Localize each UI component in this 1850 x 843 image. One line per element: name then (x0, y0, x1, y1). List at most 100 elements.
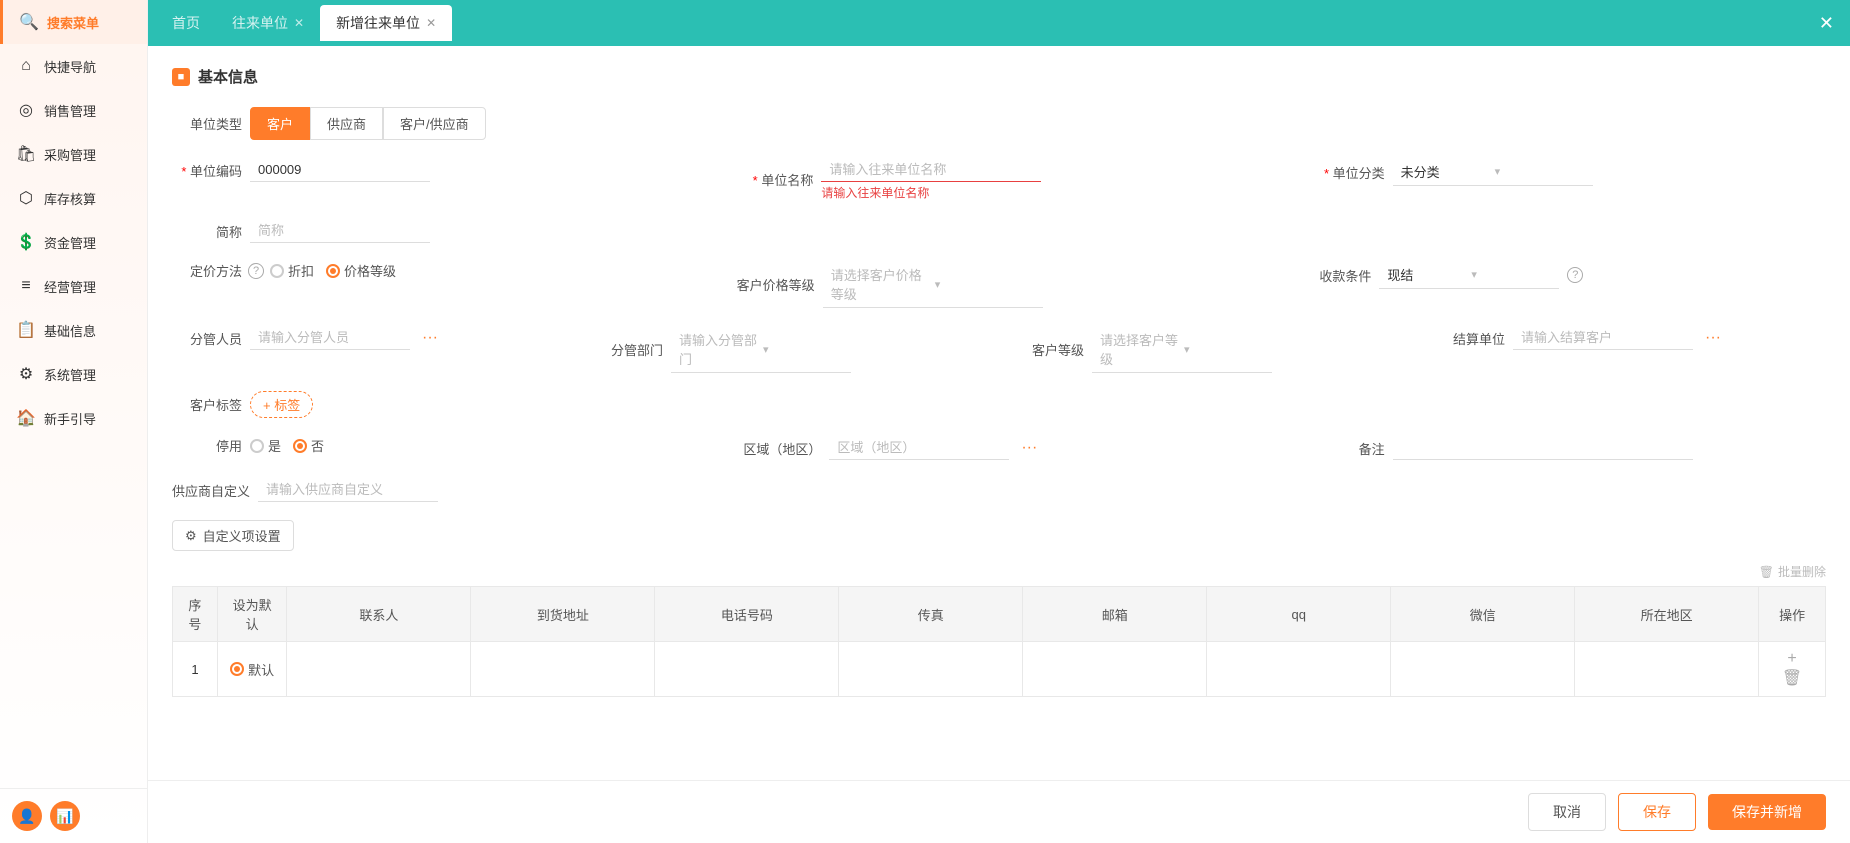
save-button[interactable]: 保存 (1618, 793, 1696, 831)
default-label: 默认 (248, 660, 274, 679)
row-index: 1 (173, 642, 218, 697)
unit-type-row: 单位类型 客户 供应商 客户/供应商 (172, 107, 1826, 140)
settlement-more-btn[interactable]: ··· (1701, 329, 1725, 347)
sidebar-item-quicknav[interactable]: ⌂ 快捷导航 (0, 44, 147, 88)
radio-yes[interactable]: 是 (250, 436, 281, 455)
payment-terms-group: 收款条件 现结 ▾ ? (1301, 261, 1826, 289)
custom-settings-button[interactable]: ⚙ 自定义项设置 (172, 520, 294, 551)
dept-select[interactable]: 请输入分管部门 ▾ (671, 326, 851, 373)
tab-home[interactable]: 首页 (156, 5, 216, 41)
row-add-btn[interactable]: + (1783, 650, 1800, 668)
disabled-group: 停用 是 否 (172, 436, 683, 455)
remark-group: 备注 (1315, 436, 1826, 460)
unit-info-row: 单位编码 单位名称 请输入往来单位名称 单位分类 未分类 ▾ (172, 158, 1826, 201)
short-name-input[interactable] (250, 219, 430, 243)
settlement-input[interactable] (1513, 326, 1693, 350)
save-new-button[interactable]: 保存并新增 (1708, 794, 1826, 830)
short-name-label: 简称 (172, 222, 242, 241)
col-email: 邮箱 (1023, 587, 1207, 642)
email-input[interactable] (1033, 658, 1196, 681)
sidebar-item-guide[interactable]: 🏠 新手引导 (0, 396, 147, 440)
unit-code-input[interactable] (250, 158, 430, 182)
fax-input[interactable] (849, 658, 1012, 681)
sidebar-item-finance[interactable]: 💲 资金管理 (0, 220, 147, 264)
btn-type-customer[interactable]: 客户 (250, 107, 310, 140)
sidebar-item-operations[interactable]: ≡ 经营管理 (0, 264, 147, 308)
tag-row: 客户标签 + 标签 (172, 391, 1826, 418)
radio-discount[interactable]: 折扣 (270, 261, 314, 280)
phone-input[interactable] (665, 658, 828, 681)
sidebar-item-label: 搜索菜单 (47, 13, 99, 32)
wechat-input[interactable] (1401, 658, 1564, 681)
cancel-button[interactable]: 取消 (1528, 793, 1606, 831)
tag-label: 客户标签 (172, 395, 242, 414)
row-delete-btn[interactable]: 🗑 (1778, 668, 1806, 688)
supplier-custom-input[interactable] (258, 478, 438, 502)
sidebar-item-search[interactable]: 🔍 搜索菜单 (0, 0, 147, 44)
default-radio[interactable]: 默认 (230, 660, 274, 679)
tab-partners-close[interactable]: ✕ (294, 17, 304, 29)
col-qq: qq (1207, 587, 1391, 642)
stats-btn[interactable]: 📊 (50, 801, 80, 831)
tab-partners-label: 往来单位 (232, 13, 288, 33)
tab-new-partner[interactable]: 新增往来单位 ✕ (320, 5, 452, 41)
pricing-label: 定价方法 (172, 261, 242, 280)
row-email (1023, 642, 1207, 697)
sidebar-item-purchase[interactable]: 🛍 采购管理 (0, 132, 147, 176)
sidebar-item-label: 资金管理 (44, 233, 96, 252)
add-tag-button[interactable]: + 标签 (250, 391, 313, 418)
contact-table: 序号 设为默认 联系人 到货地址 电话号码 传真 邮箱 qq 微信 所在地区 操… (172, 586, 1826, 697)
pricing-help-icon[interactable]: ? (248, 263, 264, 279)
payment-terms-select[interactable]: 现结 ▾ (1379, 261, 1559, 289)
customer-price-chevron-icon: ▾ (935, 278, 1035, 291)
customer-level-select[interactable]: 请选择客户等级 ▾ (1092, 326, 1272, 373)
row-default: 默认 (217, 642, 287, 697)
tab-partners[interactable]: 往来单位 ✕ (216, 5, 320, 41)
address-input[interactable] (481, 658, 644, 681)
radio-discount-circle (270, 264, 284, 278)
finance-icon: 💲 (16, 232, 36, 252)
remark-input[interactable] (1393, 436, 1693, 460)
row-region-input[interactable] (1585, 658, 1748, 681)
settlement-group: 结算单位 ··· (1435, 326, 1826, 350)
col-phone: 电话号码 (655, 587, 839, 642)
btn-type-both[interactable]: 客户/供应商 (383, 107, 486, 140)
supplier-custom-row: 供应商自定义 (172, 478, 1826, 502)
sidebar-item-label: 销售管理 (44, 101, 96, 120)
sidebar-item-system[interactable]: ⚙ 系统管理 (0, 352, 147, 396)
region-more-btn[interactable]: ··· (1017, 439, 1041, 457)
purchase-icon: 🛍 (16, 144, 36, 164)
col-action: 操作 (1759, 587, 1826, 642)
gear-icon: ⚙ (185, 528, 197, 544)
sidebar-item-sales[interactable]: ◎ 销售管理 (0, 88, 147, 132)
radio-price-level[interactable]: 价格等级 (326, 261, 396, 280)
user-avatar[interactable]: 👤 (12, 801, 42, 831)
manager-input[interactable] (250, 326, 410, 350)
basic-icon: 📋 (16, 320, 36, 340)
window-close-btn[interactable]: ✕ (1811, 13, 1842, 34)
tab-new-partner-close[interactable]: ✕ (426, 17, 436, 29)
unit-name-input[interactable] (821, 158, 1041, 182)
dept-group: 分管部门 请输入分管部门 ▾ (593, 326, 984, 373)
qq-input[interactable] (1217, 658, 1380, 681)
sidebar-footer: 👤 📊 (0, 788, 147, 843)
payment-help-icon[interactable]: ? (1567, 267, 1583, 283)
sidebar-item-basic[interactable]: 📋 基础信息 (0, 308, 147, 352)
contact-input[interactable] (297, 658, 460, 681)
region-input[interactable] (829, 436, 1009, 460)
manager-more-btn[interactable]: ··· (418, 329, 442, 347)
customer-price-select[interactable]: 请选择客户价格等级 ▾ (823, 261, 1043, 308)
guide-icon: 🏠 (16, 408, 36, 428)
customer-price-label: 客户价格等级 (737, 275, 815, 294)
customer-level-placeholder: 请选择客户等级 (1100, 330, 1180, 368)
sidebar-item-inventory[interactable]: ⬡ 库存核算 (0, 176, 147, 220)
section-title: 基本信息 (198, 66, 258, 87)
batch-delete-label[interactable]: 批量删除 (1778, 563, 1826, 580)
tab-home-label: 首页 (172, 13, 200, 33)
unit-category-select[interactable]: 未分类 ▾ (1393, 158, 1593, 186)
btn-type-supplier[interactable]: 供应商 (310, 107, 383, 140)
radio-no[interactable]: 否 (293, 436, 324, 455)
customer-price-placeholder: 请选择客户价格等级 (831, 265, 931, 303)
tab-new-partner-label: 新增往来单位 (336, 13, 420, 33)
pricing-row: 定价方法 ? 折扣 价格等级 客户价格等级 请选择客户价格等级 (172, 261, 1826, 308)
